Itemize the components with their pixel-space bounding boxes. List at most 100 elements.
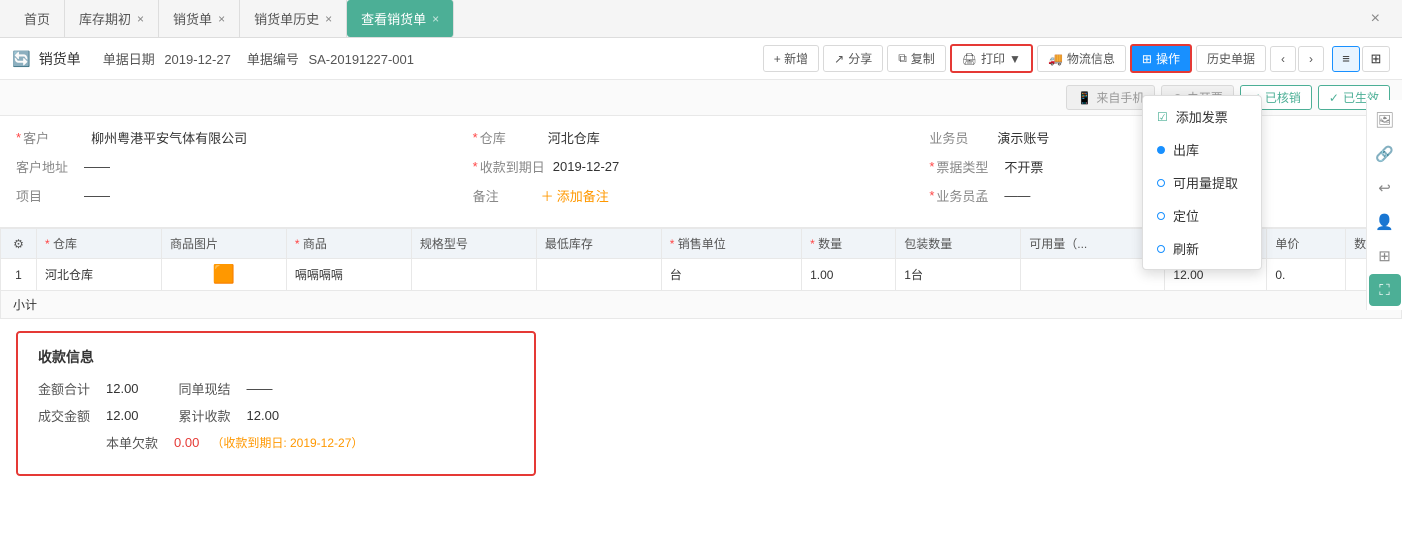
cumulative-label: 累计收款: [179, 406, 239, 425]
close-inventory-init[interactable]: ×: [137, 12, 144, 26]
note-label: 备注: [473, 186, 533, 205]
toolbar-actions: + 新增 ↗ 分享 ⧉ 复制 🖨 打印 ▼ 🚚 物流信息: [763, 44, 1390, 73]
transaction-item: 成交金额 12.00: [38, 406, 139, 425]
prev-button[interactable]: ‹: [1270, 46, 1296, 72]
note-field: 备注 ＋ 添加备注: [473, 186, 930, 205]
tab-home[interactable]: 首页: [10, 0, 65, 37]
customer-label: 客户: [23, 128, 83, 147]
sales-doc-icon: 🔄: [12, 50, 31, 68]
payment-section: 收款信息 金额合计 12.00 同单现结 —— 成交金额 12.00 累计收款: [16, 331, 536, 476]
view-buttons: ≡ ⊞: [1332, 46, 1390, 72]
date-label: 单据日期 2019-12-27: [103, 49, 231, 68]
share-icon: ↗: [834, 52, 844, 66]
print-dropdown-icon: ▼: [1009, 52, 1021, 66]
tab-bar: 首页 库存期初 × 销货单 × 销货单历史 × 查看销货单 × ×: [0, 0, 1402, 38]
cumulative-item: 累计收款 12.00: [179, 406, 280, 425]
cell-warehouse: 河北仓库: [37, 259, 162, 291]
staff2-value: ——: [1004, 188, 1030, 203]
tab-inventory-init[interactable]: 库存期初 ×: [65, 0, 159, 37]
close-sales[interactable]: ×: [218, 12, 225, 26]
sidebar-return-icon[interactable]: ↩: [1369, 172, 1401, 204]
mobile-icon: 📱: [1077, 91, 1092, 105]
new-button[interactable]: + 新增: [763, 45, 819, 72]
th-spec: 规格型号: [411, 229, 536, 259]
radio-dot-outline-2: [1157, 212, 1165, 220]
print-button[interactable]: 🖨 打印 ▼: [950, 44, 1033, 73]
checkbox-icon: ☑: [1157, 110, 1168, 124]
dropdown-refresh[interactable]: 刷新: [1143, 232, 1261, 265]
grid-view-button[interactable]: ⊞: [1362, 46, 1390, 72]
share-button[interactable]: ↗ 分享: [823, 45, 883, 72]
payment-row-2: 成交金额 12.00 累计收款 12.00: [38, 406, 514, 425]
subtotal-label: 小计: [1, 291, 1402, 319]
address-value: ——: [84, 159, 110, 174]
radio-dot-outline-1: [1157, 179, 1165, 187]
th-settings[interactable]: ⚙: [1, 229, 37, 259]
cumulative-value: 12.00: [247, 408, 280, 423]
dropdown-add-invoice[interactable]: ☑ 添加发票: [1143, 100, 1261, 133]
owed-note: （收款到期日: 2019-12-27）: [211, 434, 363, 451]
tab-view-sales[interactable]: 查看销货单 ×: [347, 0, 454, 37]
subtotal-row: 小计: [1, 291, 1402, 319]
history-button[interactable]: 历史单据: [1196, 45, 1266, 72]
number-value: SA-20191227-001: [308, 52, 414, 67]
next-button[interactable]: ›: [1298, 46, 1324, 72]
project-label: 项目: [16, 186, 76, 205]
dropdown-locate[interactable]: 定位: [1143, 199, 1261, 232]
address-field: 客户地址 ——: [16, 157, 473, 176]
total-label: 金额合计: [38, 379, 98, 398]
sidebar-grid-icon[interactable]: ⊞: [1369, 240, 1401, 272]
dropdown-available[interactable]: 可用量提取: [1143, 166, 1261, 199]
tab-bar-close[interactable]: ×: [1359, 10, 1392, 28]
doc-type-label: 销货单: [39, 49, 81, 69]
cell-min-stock: [536, 259, 661, 291]
th-warehouse: * 仓库: [37, 229, 162, 259]
sidebar-image-icon[interactable]: 🖼: [1369, 104, 1401, 136]
doc-title-area: 🔄 销货单: [12, 49, 81, 69]
doc-meta: 单据日期 2019-12-27 单据编号 SA-20191227-001: [103, 49, 414, 68]
staff-value: 演示账号: [997, 128, 1049, 147]
tab-sales[interactable]: 销货单 ×: [159, 0, 240, 37]
project-value: ——: [84, 188, 110, 203]
list-view-button[interactable]: ≡: [1332, 46, 1360, 72]
owed-item: 本单欠款 0.00 （收款到期日: 2019-12-27）: [106, 433, 363, 452]
page-container: 首页 库存期初 × 销货单 × 销货单历史 × 查看销货单 × × 🔄 销货单: [0, 0, 1402, 533]
cell-pkg-qty: 1台: [896, 259, 1021, 291]
sidebar-user-icon[interactable]: 👤: [1369, 206, 1401, 238]
radio-dot-blue: [1157, 146, 1165, 154]
ticket-label: 票据类型: [936, 157, 996, 176]
transaction-value: 12.00: [106, 408, 139, 423]
transaction-label: 成交金额: [38, 406, 98, 425]
sidebar-expand-icon[interactable]: ⛶: [1369, 274, 1401, 306]
plus-icon: ＋: [541, 186, 554, 205]
th-product: * 商品: [286, 229, 411, 259]
payment-row-1: 金额合计 12.00 同单现结 ——: [38, 379, 514, 398]
customer-field: * 客户 柳州粤港平安气体有限公司: [16, 128, 473, 147]
warehouse-label: 仓库: [480, 128, 540, 147]
th-qty: * 数量: [802, 229, 896, 259]
cell-unit: 台: [661, 259, 801, 291]
number-label: 单据编号 SA-20191227-001: [247, 49, 414, 68]
print-icon: 🖨: [962, 52, 977, 66]
close-sales-history[interactable]: ×: [325, 12, 332, 26]
copy-icon: ⧉: [898, 51, 907, 66]
customer-value: 柳州粤港平安气体有限公司: [91, 128, 247, 147]
warehouse-field: * 仓库 河北仓库: [473, 128, 930, 147]
cell-product: 嗝嗝嗝嗝: [286, 259, 411, 291]
sidebar-link-icon[interactable]: 🔗: [1369, 138, 1401, 170]
effective-icon: ✓: [1329, 91, 1339, 105]
add-note-button[interactable]: ＋ 添加备注: [541, 186, 609, 205]
tab-sales-history[interactable]: 销货单历史 ×: [240, 0, 347, 37]
radio-dot-outline-3: [1157, 245, 1165, 253]
close-view-sales[interactable]: ×: [432, 12, 439, 26]
operate-icon: ⊞: [1142, 52, 1152, 66]
th-unit: * 销售单位: [661, 229, 801, 259]
due-date-label: 收款到期日: [480, 157, 545, 176]
dropdown-outbound[interactable]: 出库: [1143, 133, 1261, 166]
operate-dropdown: ☑ 添加发票 出库 可用量提取 定位 刷新: [1142, 95, 1262, 270]
copy-button[interactable]: ⧉ 复制: [887, 45, 946, 72]
logistics-button[interactable]: 🚚 物流信息: [1037, 45, 1126, 72]
payment-title: 收款信息: [38, 347, 514, 367]
date-value: 2019-12-27: [164, 52, 231, 67]
operate-button[interactable]: ⊞ 操作: [1130, 44, 1192, 73]
